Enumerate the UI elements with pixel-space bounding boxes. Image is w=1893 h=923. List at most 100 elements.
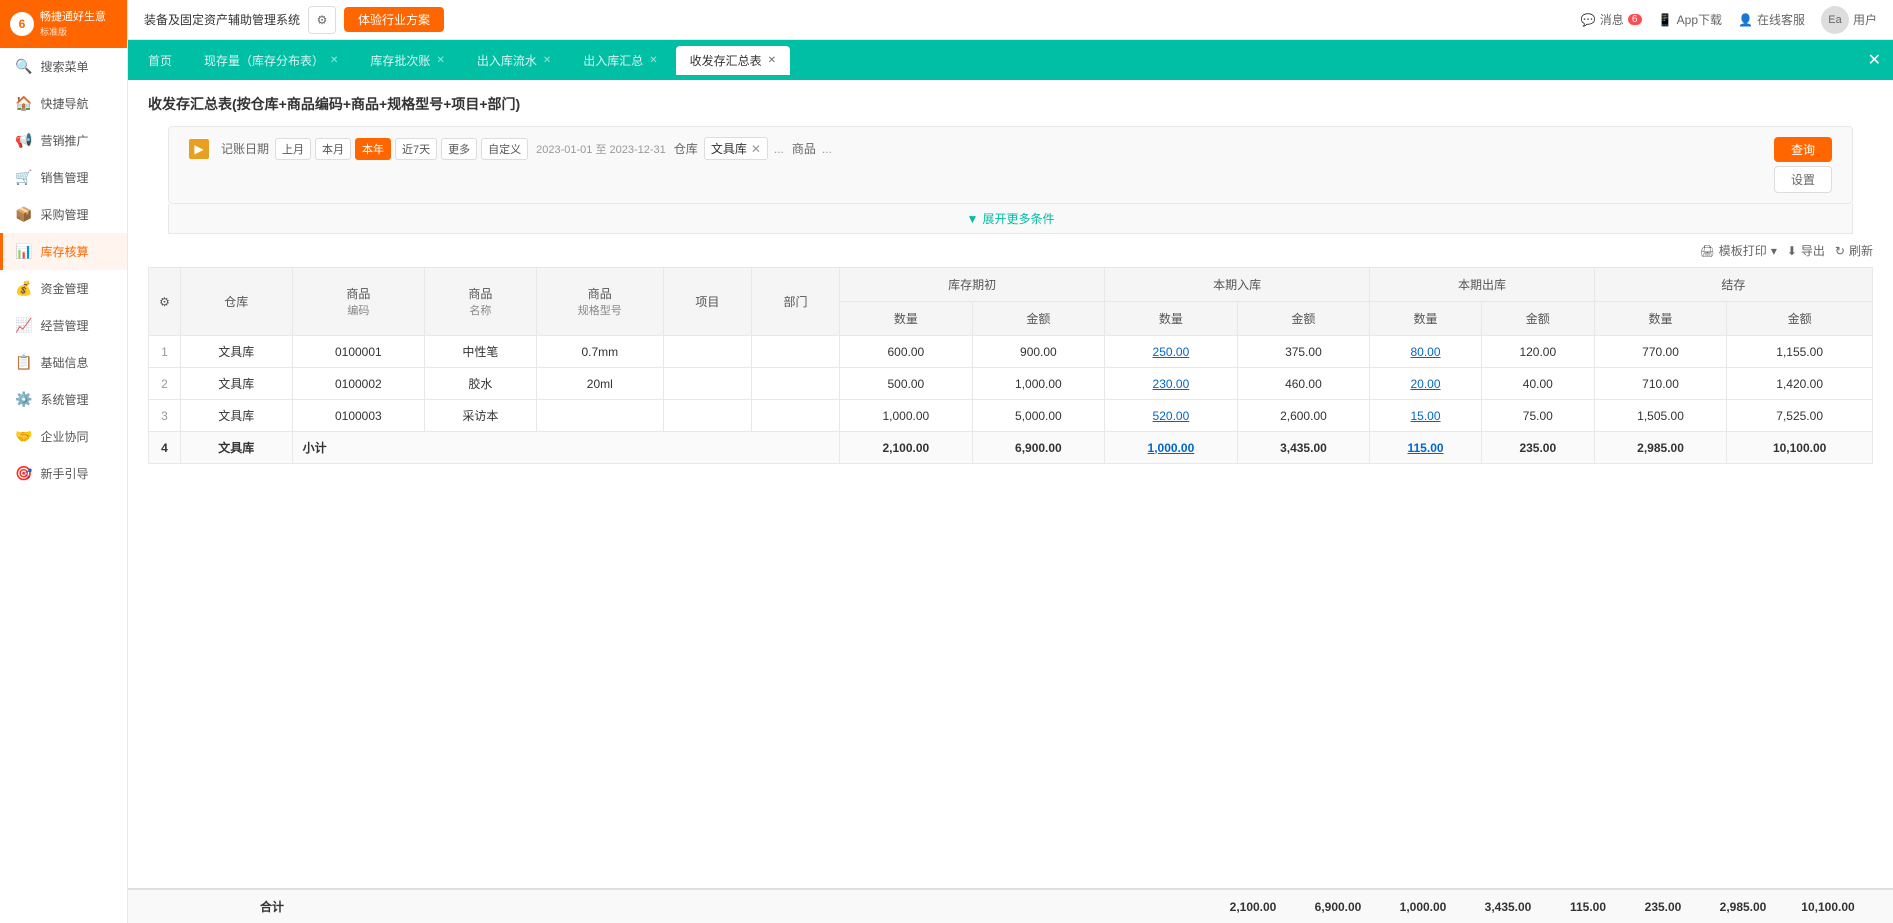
date-btn-this-year[interactable]: 本年	[355, 138, 391, 160]
table-row: 2 文具库 0100002 胶水 20ml 500.00 1,000.00 23…	[149, 368, 1873, 400]
sidebar-item-inventory[interactable]: 📊 库存核算	[0, 233, 127, 270]
search-icon: 🔍	[15, 58, 32, 75]
sidebar-item-business-label: 经营管理	[40, 317, 88, 334]
sidebar-item-guide-label: 新手引导	[40, 465, 88, 482]
query-button[interactable]: 查询	[1774, 137, 1832, 162]
handshake-icon: 🤝	[15, 428, 32, 445]
col-bal-amt-header: 金额	[1727, 302, 1873, 336]
total-open-amt: 6,900.00	[1293, 900, 1383, 914]
sidebar-item-guide[interactable]: 🎯 新手引导	[0, 455, 127, 492]
col-project-header: 项目	[663, 268, 751, 336]
sidebar-item-search[interactable]: 🔍 搜索菜单	[0, 48, 127, 85]
row-1-warehouse: 文具库	[181, 336, 293, 368]
total-bal-amt: 10,100.00	[1783, 900, 1873, 914]
totals-footer: 合计 2,100.00 6,900.00 1,000.00 3,435.00 1…	[128, 888, 1893, 923]
messages-action[interactable]: 💬 消息 6	[1581, 11, 1642, 28]
sidebar-item-sales[interactable]: 🛒 销售管理	[0, 159, 127, 196]
subtotal-out-qty[interactable]: 115.00	[1370, 432, 1482, 464]
subtotal-in-qty[interactable]: 1,000.00	[1105, 432, 1238, 464]
sidebar-item-basic-info-label: 基础信息	[40, 354, 88, 371]
date-btn-7days[interactable]: 近7天	[395, 138, 437, 160]
sidebar-item-cooperation[interactable]: 🤝 企业协同	[0, 418, 127, 455]
tab-inout-summary-close[interactable]: ✕	[649, 55, 657, 66]
subtotal-num: 4	[149, 432, 181, 464]
tab-batch-close[interactable]: ✕	[436, 55, 444, 66]
date-btn-this-month[interactable]: 本月	[315, 138, 351, 160]
refresh-button[interactable]: ↻ 刷新	[1835, 242, 1873, 259]
sidebar-item-system[interactable]: ⚙️ 系统管理	[0, 381, 127, 418]
totals-row: 合计 2,100.00 6,900.00 1,000.00 3,435.00 1…	[148, 890, 1873, 923]
total-out-qty: 115.00	[1553, 900, 1623, 914]
col-open-qty-header: 数量	[840, 302, 973, 336]
col-settings-icon[interactable]: ⚙	[149, 268, 181, 336]
settings-button[interactable]: 设置	[1774, 166, 1832, 193]
sidebar-header: 6 畅捷通好生意 标准版	[0, 0, 127, 48]
warehouse-tag-close[interactable]: ✕	[751, 142, 761, 156]
tab-home[interactable]: 首页	[134, 46, 186, 75]
row-3-out-qty[interactable]: 15.00	[1370, 400, 1482, 432]
warehouse-more-btn[interactable]: ...	[774, 142, 784, 156]
row-3-goods-spec	[536, 400, 663, 432]
row-3-in-qty[interactable]: 520.00	[1105, 400, 1238, 432]
sidebar-item-marketing[interactable]: 📢 营销推广	[0, 122, 127, 159]
row-3-open-qty: 1,000.00	[840, 400, 973, 432]
row-1-project	[663, 336, 751, 368]
date-btn-last-month[interactable]: 上月	[275, 138, 311, 160]
table-row: 3 文具库 0100003 采访本 1,000.00 5,000.00 520.…	[149, 400, 1873, 432]
tab-inventory-dist[interactable]: 现存量（库存分布表） ✕	[190, 46, 352, 75]
sidebar-item-basic-info[interactable]: 📋 基础信息	[0, 344, 127, 381]
col-out-amt-header: 金额	[1481, 302, 1594, 336]
data-table-container: ⚙ 仓库 商品编码 商品名称 商品规格型号 项目 部门 库存期初 本期入库 本期…	[128, 267, 1893, 484]
expand-more-label: 展开更多条件	[982, 210, 1054, 227]
export-button[interactable]: ⬇ 导出	[1787, 242, 1825, 259]
goods-more-btn[interactable]: ...	[822, 142, 832, 156]
tab-bar: 首页 现存量（库存分布表） ✕ 库存批次账 ✕ 出入库流水 ✕ 出入库汇总 ✕ …	[128, 40, 1893, 80]
message-icon: 💬	[1581, 13, 1596, 27]
warehouse-filter-group: 仓库 文具库 ✕ ...	[674, 137, 784, 160]
sidebar-item-business[interactable]: 📈 经营管理	[0, 307, 127, 344]
app-title-group: 畅捷通好生意 标准版	[40, 10, 106, 37]
tab-inout-summary[interactable]: 出入库汇总 ✕	[569, 46, 671, 75]
topbar-left: 装备及固定资产辅助管理系统 ⚙ 体验行业方案	[144, 6, 1569, 34]
col-goods-code-header: 商品编码	[292, 268, 425, 336]
sidebar-item-finance[interactable]: 💰 资金管理	[0, 270, 127, 307]
tab-recv-send-summary[interactable]: 收发存汇总表 ✕	[676, 46, 790, 75]
close-all-tabs-button[interactable]: ✕	[1860, 50, 1889, 70]
tab-batch[interactable]: 库存批次账 ✕	[356, 46, 458, 75]
tab-recv-send-summary-close[interactable]: ✕	[768, 55, 776, 66]
online-service-action[interactable]: 👤 在线客服	[1738, 11, 1805, 28]
template-print-button[interactable]: 🖨 模板打印 ▾	[1700, 242, 1777, 259]
row-1-goods-name: 中性笔	[425, 336, 537, 368]
service-icon: 👤	[1738, 13, 1753, 27]
tab-inventory-dist-close[interactable]: ✕	[330, 55, 338, 66]
sidebar-item-quick-nav-label: 快捷导航	[40, 95, 88, 112]
row-2-in-qty[interactable]: 230.00	[1105, 368, 1238, 400]
date-quick-btns: 上月 本月 本年 近7天 更多 自定义	[275, 138, 528, 160]
download-icon: 📱	[1658, 13, 1673, 27]
total-open-qty: 2,100.00	[1213, 900, 1293, 914]
user-action[interactable]: Ea 用户	[1821, 6, 1877, 34]
date-btn-more[interactable]: 更多	[441, 138, 477, 160]
row-2-department	[751, 368, 839, 400]
chart-icon: 📊	[15, 243, 32, 260]
row-1-out-qty[interactable]: 80.00	[1370, 336, 1482, 368]
filter-expand-button[interactable]: ▶	[189, 139, 209, 159]
system-settings-button[interactable]: ⚙	[308, 6, 336, 34]
row-2-out-qty[interactable]: 20.00	[1370, 368, 1482, 400]
row-1-bal-qty: 770.00	[1594, 336, 1727, 368]
subtotal-bal-qty: 2,985.00	[1594, 432, 1727, 464]
expand-more-conditions[interactable]: ▼ 展开更多条件	[168, 204, 1853, 234]
app-download-action[interactable]: 📱 App下载	[1658, 11, 1722, 28]
experience-btn[interactable]: 体验行业方案	[344, 7, 444, 32]
app-download-label: App下载	[1677, 11, 1722, 28]
tab-inout-flow-close[interactable]: ✕	[543, 55, 551, 66]
sidebar-item-finance-label: 资金管理	[40, 280, 88, 297]
date-btn-custom[interactable]: 自定义	[481, 138, 528, 160]
sidebar-item-purchase[interactable]: 📦 采购管理	[0, 196, 127, 233]
row-1-in-qty[interactable]: 250.00	[1105, 336, 1238, 368]
warehouse-tag[interactable]: 文具库 ✕	[704, 137, 768, 160]
total-out-amt: 235.00	[1623, 900, 1703, 914]
sidebar-item-quick-nav[interactable]: 🏠 快捷导航	[0, 85, 127, 122]
tab-inout-flow[interactable]: 出入库流水 ✕	[463, 46, 565, 75]
row-2-warehouse: 文具库	[181, 368, 293, 400]
